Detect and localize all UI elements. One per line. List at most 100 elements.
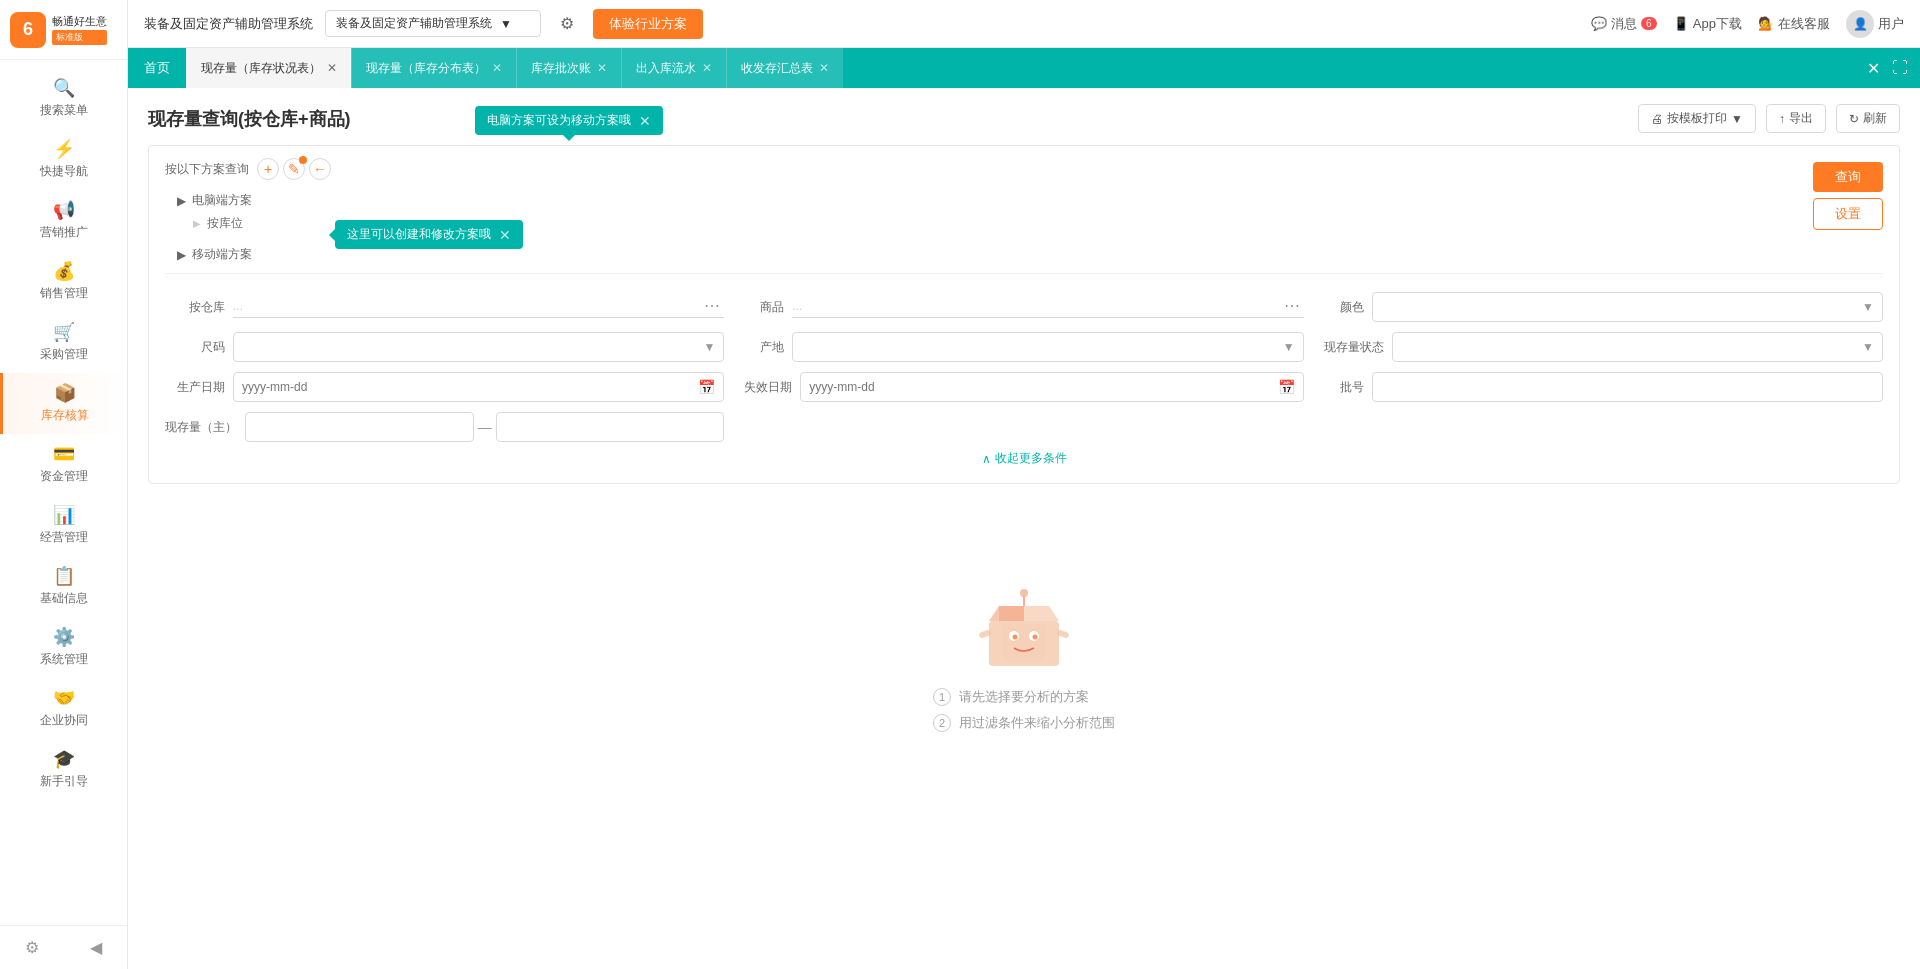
- sidebar-item-quicknav[interactable]: ⚡ 快捷导航: [0, 129, 127, 190]
- mobile-scheme-arrow-icon: ▶: [177, 248, 186, 262]
- sidebar-item-inventory[interactable]: 📦 库存核算: [0, 373, 127, 434]
- tab-bar: 首页 现存量（库存状况表） ✕ 现存量（库存分布表） ✕ 库存批次账 ✕ 出入库…: [128, 48, 1920, 88]
- logo-text: 畅通好生意: [52, 14, 107, 29]
- collapse-sidebar-icon[interactable]: ◀: [90, 938, 102, 957]
- color-select[interactable]: ▼: [1372, 292, 1883, 322]
- search-nav-icon: 🔍: [54, 78, 74, 98]
- sidebar-item-search[interactable]: 🔍 搜索菜单: [0, 68, 127, 129]
- tab-inventory-dist[interactable]: 现存量（库存分布表） ✕: [351, 48, 516, 88]
- origin-select[interactable]: ▼: [792, 332, 1303, 362]
- warehouse-more-icon[interactable]: ⋯: [700, 296, 724, 315]
- system-selector[interactable]: 装备及固定资产辅助管理系统 ▼: [325, 10, 541, 37]
- tooltip1-close-icon[interactable]: ✕: [639, 113, 651, 129]
- sidebar-item-purchase[interactable]: 🛒 采购管理: [0, 312, 127, 373]
- refresh-button[interactable]: ↻ 刷新: [1836, 104, 1900, 133]
- mobile-scheme-item[interactable]: ▶ 移动端方案: [177, 246, 252, 263]
- header-settings-icon[interactable]: ⚙: [553, 10, 581, 38]
- size-select[interactable]: ▼: [233, 332, 724, 362]
- tab-inventory-dist-close-icon[interactable]: ✕: [492, 62, 502, 74]
- selector-arrow-icon: ▼: [500, 17, 512, 31]
- collapse-chevron-icon: ∧: [982, 452, 991, 466]
- stock-qty-range: —: [245, 412, 724, 442]
- sidebar-item-search-label: 搜索菜单: [40, 102, 88, 119]
- produce-date-calendar-icon[interactable]: 📅: [690, 379, 723, 395]
- svg-point-7: [1020, 589, 1028, 597]
- phone-icon: 📱: [1673, 16, 1689, 31]
- tooltip2-close-icon[interactable]: ✕: [499, 227, 511, 243]
- tab-summary-close-icon[interactable]: ✕: [819, 62, 829, 74]
- back-scheme-button[interactable]: ←: [309, 158, 331, 180]
- goods-more-icon[interactable]: ⋯: [1280, 296, 1304, 315]
- desktop-scheme-item[interactable]: ▶ 电脑端方案: [177, 192, 252, 209]
- sidebar-item-collab[interactable]: 🤝 企业协同: [0, 678, 127, 739]
- export-button[interactable]: ↑ 导出: [1766, 104, 1826, 133]
- purchase-icon: 🛒: [54, 322, 74, 342]
- tab-fullscreen-icon[interactable]: ⛶: [1888, 55, 1912, 81]
- tab-inout-flow[interactable]: 出入库流水 ✕: [621, 48, 726, 88]
- sidebar-item-management[interactable]: 📊 经营管理: [0, 495, 127, 556]
- system-title: 装备及固定资产辅助管理系统: [144, 15, 313, 33]
- edit-scheme-button[interactable]: ✎: [283, 158, 305, 180]
- management-icon: 📊: [54, 505, 74, 525]
- origin-label: 产地: [744, 339, 784, 356]
- field-group-size: 尺码 ▼: [165, 332, 724, 362]
- sidebar-item-finance[interactable]: 💳 资金管理: [0, 434, 127, 495]
- tab-batch-account[interactable]: 库存批次账 ✕: [516, 48, 621, 88]
- template-print-button[interactable]: 🖨 按模板打印 ▼: [1638, 104, 1756, 133]
- sidebar-item-marketing-label: 营销推广: [40, 224, 88, 241]
- page-title: 现存量查询(按仓库+商品): [148, 107, 351, 131]
- produce-date-label: 生产日期: [165, 379, 225, 396]
- stock-qty-min-input[interactable]: [245, 412, 474, 442]
- add-scheme-button[interactable]: +: [257, 158, 279, 180]
- field-group-expire-date: 失效日期 📅: [744, 372, 1303, 402]
- user-button[interactable]: 👤 用户: [1846, 10, 1904, 38]
- tab-inventory-status-label: 现存量（库存状况表）: [201, 60, 321, 77]
- industry-plan-button[interactable]: 体验行业方案: [593, 9, 703, 39]
- expire-date-input[interactable]: [801, 380, 1269, 394]
- template-print-label: 按模板打印: [1667, 110, 1727, 127]
- tip-num-1: 1: [933, 688, 951, 706]
- scheme-dot-indicator: [299, 156, 307, 164]
- scheme-label: 按以下方案查询: [165, 161, 249, 178]
- sub-item-warehouse[interactable]: ▶ 按库位: [193, 215, 252, 232]
- sidebar-item-system[interactable]: ⚙️ 系统管理: [0, 617, 127, 678]
- tab-inout-flow-label: 出入库流水: [636, 60, 696, 77]
- tab-home[interactable]: 首页: [128, 48, 186, 88]
- produce-date-input[interactable]: [234, 380, 690, 394]
- tip-2-text: 用过滤条件来缩小分析范围: [959, 714, 1115, 732]
- message-badge: 6: [1641, 17, 1657, 30]
- logo-badge: 标准版: [52, 30, 107, 45]
- tab-summary-label: 收发存汇总表: [741, 60, 813, 77]
- tab-inventory-status[interactable]: 现存量（库存状况表） ✕: [186, 48, 351, 88]
- tooltip-create-scheme: 这里可以创建和修改方案哦 ✕: [335, 220, 523, 249]
- sidebar-item-guide-label: 新手引导: [40, 773, 88, 790]
- messages-button[interactable]: 💬 消息 6: [1591, 15, 1657, 33]
- online-service-button[interactable]: 💁 在线客服: [1758, 15, 1830, 33]
- sidebar-item-sales[interactable]: 💰 销售管理: [0, 251, 127, 312]
- tab-inout-flow-close-icon[interactable]: ✕: [702, 62, 712, 74]
- service-icon: 💁: [1758, 16, 1774, 31]
- settings-bottom-icon[interactable]: ⚙: [25, 938, 39, 957]
- expire-date-calendar-icon[interactable]: 📅: [1270, 379, 1303, 395]
- app-download-button[interactable]: 📱 App下载: [1673, 15, 1742, 33]
- tab-close-all-icon[interactable]: ✕: [1863, 55, 1884, 82]
- sidebar-item-marketing[interactable]: 📢 营销推广: [0, 190, 127, 251]
- sidebar-item-purchase-label: 采购管理: [40, 346, 88, 363]
- field-group-color: 颜色 ▼: [1324, 292, 1883, 322]
- finance-icon: 💳: [54, 444, 74, 464]
- tab-summary[interactable]: 收发存汇总表 ✕: [726, 48, 843, 88]
- stock-qty-max-input[interactable]: [496, 412, 725, 442]
- collapse-button[interactable]: ∧ 收起更多条件: [982, 450, 1067, 467]
- stock-state-select[interactable]: ▼: [1392, 332, 1883, 362]
- message-icon: 💬: [1591, 16, 1607, 31]
- empty-tips: 1 请先选择要分析的方案 2 用过滤条件来缩小分析范围: [933, 688, 1115, 732]
- tab-inventory-status-close-icon[interactable]: ✕: [327, 62, 337, 74]
- goods-input-wrapper: ... ⋯: [792, 296, 1303, 318]
- tab-inventory-dist-label: 现存量（库存分布表）: [366, 60, 486, 77]
- tab-batch-account-close-icon[interactable]: ✕: [597, 62, 607, 74]
- sidebar-item-basic[interactable]: 📋 基础信息: [0, 556, 127, 617]
- batch-input[interactable]: [1372, 372, 1883, 402]
- guide-icon: 🎓: [54, 749, 74, 769]
- empty-svg: [964, 576, 1084, 676]
- sidebar-item-guide[interactable]: 🎓 新手引导: [0, 739, 127, 800]
